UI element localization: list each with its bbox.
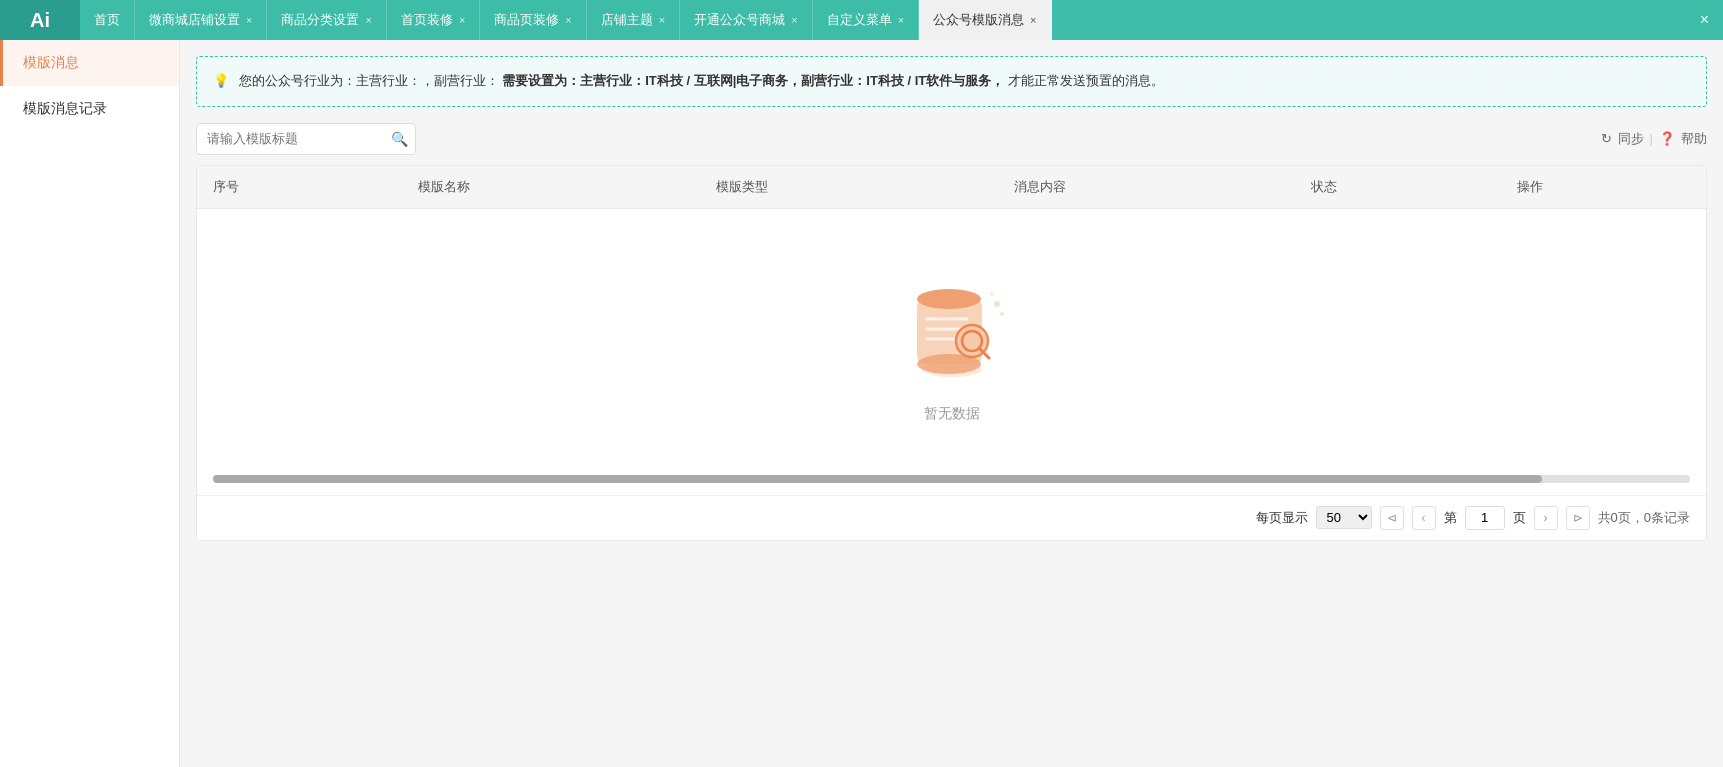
toolbar: 🔍 ↻ 同步 | ❓ 帮助 <box>196 123 1707 155</box>
sync-icon: ↻ <box>1601 131 1612 146</box>
last-page-button[interactable]: ⊳ <box>1566 506 1590 530</box>
notice-suffix: 才能正常发送预置的消息。 <box>1008 73 1164 88</box>
empty-text: 暂无数据 <box>924 405 980 423</box>
tab-close-weshop[interactable]: × <box>246 14 252 26</box>
per-page-label: 每页显示 <box>1256 509 1308 527</box>
toolbar-right: ↻ 同步 | ❓ 帮助 <box>1601 130 1707 148</box>
sync-label[interactable]: 同步 <box>1618 130 1644 148</box>
global-close-button[interactable]: × <box>1686 11 1723 29</box>
content-area: 💡 您的公众号行业为：主营行业：，副营行业： 需要设置为：主营行业：IT科技 /… <box>180 40 1723 767</box>
pagination: 每页显示 102050100 ⊲ ‹ 第 页 › ⊳ 共0页，0条记录 <box>197 495 1706 540</box>
svg-point-2 <box>917 289 981 309</box>
prev-page-button[interactable]: ‹ <box>1412 506 1436 530</box>
notice-highlight: 需要设置为：主营行业：IT科技 / 互联网|电子商务，副营行业：IT科技 / I… <box>502 73 1004 88</box>
table-wrap: 序号模版名称模版类型消息内容状态操作 <box>196 165 1707 541</box>
col-type: 模版类型 <box>700 166 998 209</box>
search-icon[interactable]: 🔍 <box>391 131 408 147</box>
page-number-input[interactable] <box>1465 506 1505 530</box>
sidebar: 模版消息模版消息记录 <box>0 40 180 767</box>
bulb-icon: 💡 <box>213 73 229 88</box>
toolbar-divider: | <box>1650 131 1653 146</box>
col-content: 消息内容 <box>998 166 1296 209</box>
tab-custom-menu[interactable]: 自定义菜单× <box>813 0 919 40</box>
empty-state: 暂无数据 <box>197 209 1706 463</box>
tab-close-homepage-decor[interactable]: × <box>459 14 465 26</box>
empty-illustration <box>892 269 1012 389</box>
notice-prefix: 您的公众号行业为：主营行业：，副营行业： <box>239 73 499 88</box>
toolbar-left: 🔍 <box>196 123 416 155</box>
top-navbar: Ai 首页微商城店铺设置×商品分类设置×首页装修×商品页装修×店铺主题×开通公众… <box>0 0 1723 40</box>
table-header-row: 序号模版名称模版类型消息内容状态操作 <box>197 166 1706 209</box>
tab-close-custom-menu[interactable]: × <box>898 14 904 26</box>
page-label-post: 页 <box>1513 509 1526 527</box>
tab-shop-theme[interactable]: 店铺主题× <box>587 0 680 40</box>
tabs-container: 首页微商城店铺设置×商品分类设置×首页装修×商品页装修×店铺主题×开通公众号商城… <box>80 0 1686 40</box>
help-icon: ❓ <box>1659 131 1675 146</box>
col-status: 状态 <box>1295 166 1500 209</box>
tab-product-decor[interactable]: 商品页装修× <box>480 0 586 40</box>
sidebar-item-template-msg[interactable]: 模版消息 <box>0 40 179 86</box>
notice-box: 💡 您的公众号行业为：主营行业：，副营行业： 需要设置为：主营行业：IT科技 /… <box>196 56 1707 107</box>
tab-close-category[interactable]: × <box>365 14 371 26</box>
tab-close-template-msg[interactable]: × <box>1030 14 1036 26</box>
scrollbar-area <box>197 463 1706 495</box>
help-label[interactable]: 帮助 <box>1681 130 1707 148</box>
svg-point-11 <box>990 292 994 296</box>
svg-point-10 <box>994 301 1000 307</box>
tab-open-mall[interactable]: 开通公众号商城× <box>680 0 812 40</box>
tab-close-shop-theme[interactable]: × <box>659 14 665 26</box>
first-page-button[interactable]: ⊲ <box>1380 506 1404 530</box>
total-text: 共0页，0条记录 <box>1598 509 1690 527</box>
main-layout: 模版消息模版消息记录 💡 您的公众号行业为：主营行业：，副营行业： 需要设置为：… <box>0 40 1723 767</box>
per-page-select[interactable]: 102050100 <box>1316 506 1372 529</box>
table-head: 序号模版名称模版类型消息内容状态操作 <box>197 166 1706 209</box>
next-page-button[interactable]: › <box>1534 506 1558 530</box>
tab-weshop[interactable]: 微商城店铺设置× <box>135 0 267 40</box>
search-wrap: 🔍 <box>196 123 416 155</box>
tab-home[interactable]: 首页 <box>80 0 135 40</box>
scrollbar-thumb[interactable] <box>213 475 1542 483</box>
sidebar-item-template-record[interactable]: 模版消息记录 <box>0 86 179 132</box>
tab-template-msg[interactable]: 公众号模版消息× <box>919 0 1051 40</box>
page-label-pre: 第 <box>1444 509 1457 527</box>
col-seq: 序号 <box>197 166 402 209</box>
table-body: 暂无数据 <box>197 208 1706 463</box>
search-input[interactable] <box>196 123 416 155</box>
tab-homepage-decor[interactable]: 首页装修× <box>387 0 480 40</box>
tab-close-product-decor[interactable]: × <box>565 14 571 26</box>
col-name: 模版名称 <box>402 166 700 209</box>
data-table: 序号模版名称模版类型消息内容状态操作 <box>197 166 1706 463</box>
tab-category[interactable]: 商品分类设置× <box>267 0 386 40</box>
app-logo: Ai <box>0 0 80 40</box>
horizontal-scrollbar[interactable] <box>213 475 1690 483</box>
tab-close-open-mall[interactable]: × <box>791 14 797 26</box>
empty-row: 暂无数据 <box>197 208 1706 463</box>
col-action: 操作 <box>1501 166 1706 209</box>
svg-point-12 <box>1000 312 1004 316</box>
